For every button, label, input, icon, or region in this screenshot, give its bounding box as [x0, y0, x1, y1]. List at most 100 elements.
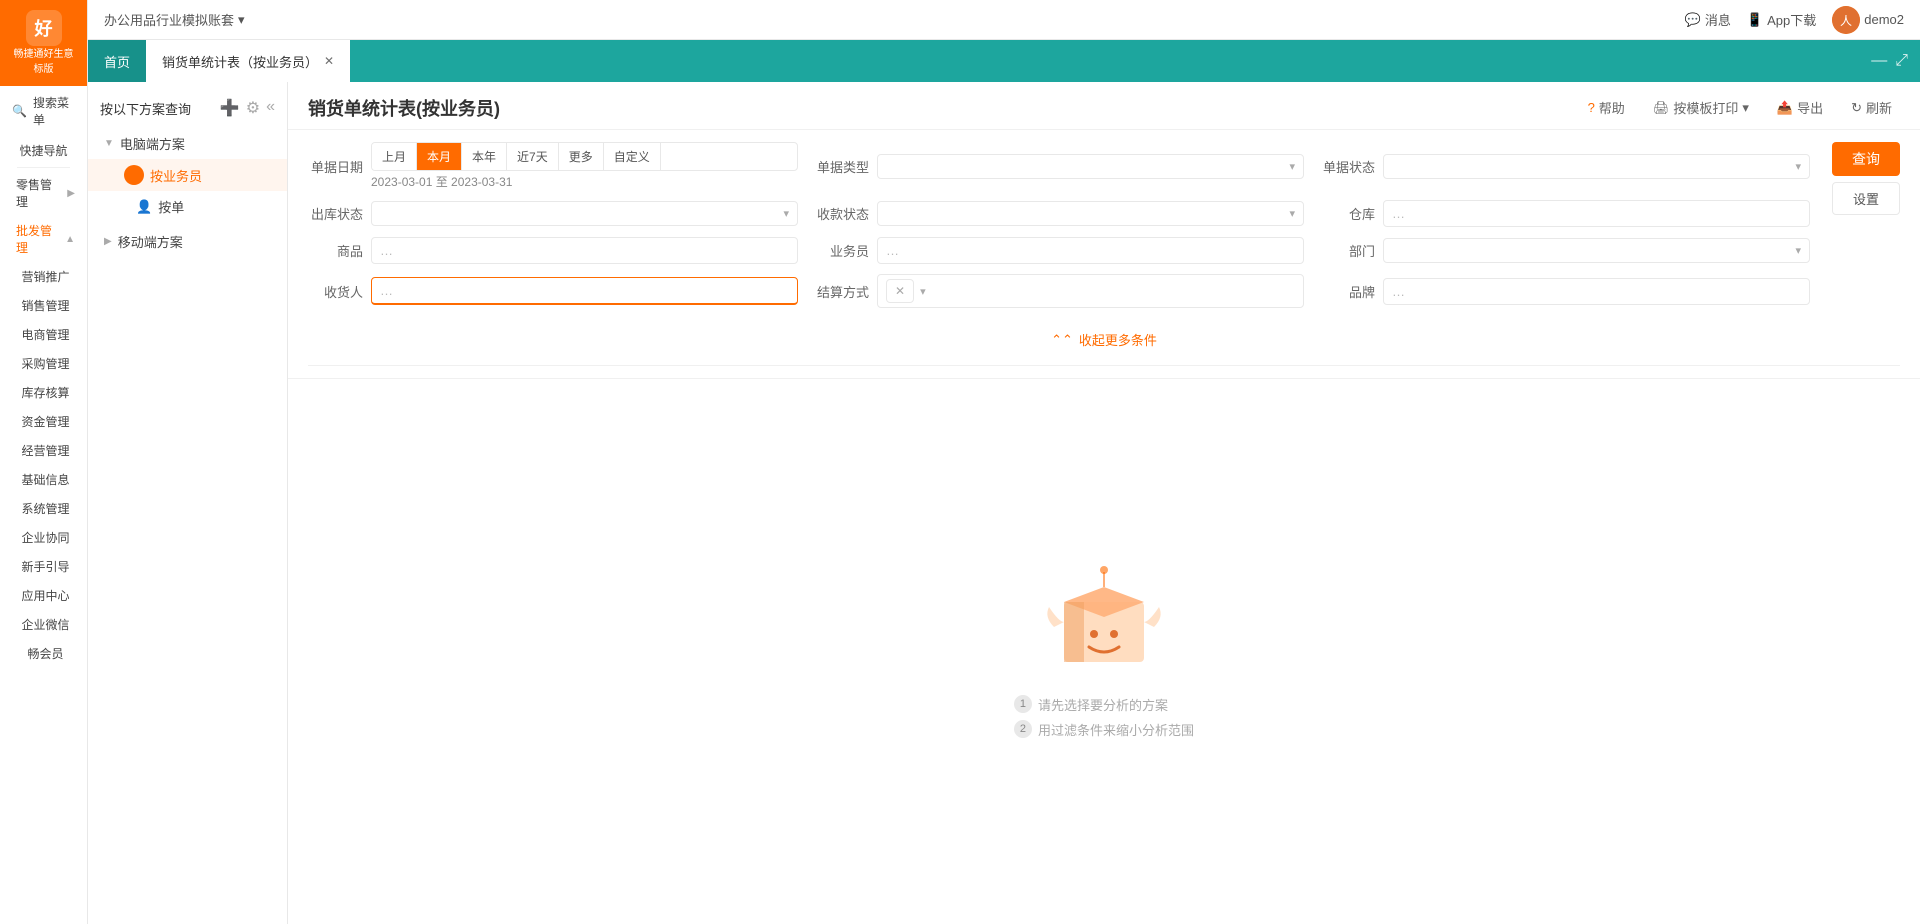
page-header: 销货单统计表(按业务员) ? 帮助 🖨 按模板打印 ▾ 📤 导出 [288, 82, 1920, 130]
doc-type-select[interactable]: ▾ [877, 154, 1304, 179]
print-label: 按模板打印 [1673, 98, 1738, 117]
page-title: 销货单统计表(按业务员) [308, 95, 500, 121]
doc-status-select[interactable]: ▾ [1383, 154, 1810, 179]
settlement-control[interactable]: ✕ ▾ [877, 274, 1304, 308]
settlement-tag-close[interactable]: ✕ [895, 284, 905, 298]
app-download-button[interactable]: 📱 App下载 [1747, 10, 1816, 29]
brand-input[interactable]: … [1383, 278, 1810, 305]
query-button[interactable]: 查询 [1832, 142, 1900, 176]
sidebar-item-quicknav[interactable]: 快捷导航 [0, 136, 87, 165]
this-month-btn[interactable]: 本月 [417, 143, 462, 170]
warehouse-label: 仓库 [1320, 204, 1375, 223]
collapse-panel-button[interactable]: « [266, 98, 275, 118]
sidebar-item-member[interactable]: 畅会员 [11, 639, 75, 668]
page-actions: ? 帮助 🖨 按模板打印 ▾ 📤 导出 ↻ 刷新 [1580, 94, 1900, 121]
add-plan-button[interactable]: ➕ [220, 98, 240, 118]
sidebar-item-wholesale[interactable]: 批发管理 ▲ [0, 216, 87, 262]
sidebar-item-enterprise[interactable]: 企业协同 [5, 523, 81, 552]
empty-hint-1-text: 请先选择要分析的方案 [1038, 695, 1168, 714]
salesperson-input[interactable]: … [877, 237, 1304, 264]
sidebar-item-inventory[interactable]: 库存核算 [5, 378, 81, 407]
account-selector[interactable]: 办公用品行业模拟账套 ▾ [104, 10, 245, 29]
sidebar-item-weixin[interactable]: 企业微信 [5, 610, 81, 639]
sidebar-marketing-label: 营销推广 [21, 268, 69, 285]
plan-by-order[interactable]: 👤 按单 [88, 191, 287, 222]
plan-by-salesperson[interactable]: 按业务员 [88, 159, 287, 191]
sidebar-item-marketing[interactable]: 营销推广 [5, 262, 81, 291]
doc-status-arrow-icon: ▾ [1795, 160, 1801, 173]
goods-placeholder: … [380, 243, 393, 258]
panel-title: 按以下方案查询 [100, 99, 191, 118]
warehouse-input[interactable]: … [1383, 200, 1810, 227]
sidebar-ecommerce-label: 电商管理 [21, 326, 69, 343]
sidebar-item-search[interactable]: 🔍 搜索菜单 [0, 86, 87, 136]
help-button[interactable]: ? 帮助 [1580, 94, 1633, 121]
sidebar-item-appstore[interactable]: 应用中心 [5, 581, 81, 610]
sidebar-basic-label: 基础信息 [21, 471, 69, 488]
search-icon: 🔍 [12, 104, 27, 118]
message-label: 消息 [1705, 10, 1731, 29]
sidebar-item-finance[interactable]: 资金管理 [5, 407, 81, 436]
tab-sales-report[interactable]: 销货单统计表（按业务员） ✕ [146, 40, 350, 82]
sidebar-item-purchase[interactable]: 采购管理 [5, 349, 81, 378]
doc-type-label: 单据类型 [814, 157, 869, 176]
user-menu[interactable]: 人 demo2 [1832, 6, 1904, 34]
message-button[interactable]: 💬 消息 [1685, 10, 1731, 29]
help-label: 帮助 [1599, 98, 1625, 117]
print-button[interactable]: 🖨 按模板打印 ▾ [1645, 94, 1757, 121]
this-year-btn[interactable]: 本年 [462, 143, 507, 170]
consignee-placeholder: … [380, 283, 393, 298]
settings-plan-button[interactable]: ⚙ [246, 98, 260, 118]
desktop-plans-label: 电脑端方案 [120, 134, 185, 153]
step-2-icon: 2 [1014, 720, 1032, 738]
sidebar-item-system[interactable]: 系统管理 [5, 494, 81, 523]
sidebar-item-newbie[interactable]: 新手引导 [5, 552, 81, 581]
sidebar-item-retail[interactable]: 零售管理 ▶ [0, 170, 87, 216]
export-button[interactable]: 📤 导出 [1769, 94, 1831, 121]
payment-status-arrow-icon: ▾ [1289, 207, 1295, 220]
active-plan-dot [124, 165, 144, 185]
minimize-btn[interactable]: — [1871, 52, 1887, 70]
refresh-label: 刷新 [1866, 98, 1892, 117]
settings-button[interactable]: 设置 [1832, 182, 1900, 215]
empty-hint-2: 2 用过滤条件来缩小分析范围 [1014, 717, 1194, 742]
maximize-btn[interactable]: ⤢ [1895, 52, 1908, 70]
sidebar-item-sales[interactable]: 销售管理 [5, 291, 81, 320]
sidebar-purchase-label: 采购管理 [21, 355, 69, 372]
date-filter-cell: 单据日期 上月 本月 本年 近7天 更多 自定义 [308, 142, 798, 190]
doc-status-filter-cell: 单据状态 ▾ [1320, 142, 1810, 190]
tree-collapsed-icon: ▶ [104, 236, 112, 247]
tabbar-right: — ⤢ [1871, 52, 1920, 70]
warehouse-placeholder: … [1392, 206, 1405, 221]
sidebar-quicknav-label: 快捷导航 [19, 142, 67, 159]
sidebar-item-operation[interactable]: 经营管理 [5, 436, 81, 465]
tab-home[interactable]: 首页 [88, 40, 146, 82]
collapse-row: ⌃⌃ 收起更多条件 [308, 318, 1900, 366]
sidebar-search-label: 搜索菜单 [33, 94, 75, 128]
dept-select[interactable]: ▾ [1383, 238, 1810, 263]
last-7-btn[interactable]: 近7天 [507, 143, 559, 170]
chevron-right-icon: ▶ [67, 188, 75, 199]
payment-status-filter-cell: 收款状态 ▾ [814, 200, 1304, 227]
refresh-button[interactable]: ↻ 刷新 [1843, 94, 1900, 121]
empty-illustration [1039, 562, 1169, 672]
plan-by-salesperson-label: 按业务员 [150, 166, 202, 185]
sidebar-item-basic[interactable]: 基础信息 [5, 465, 81, 494]
stock-status-select[interactable]: ▾ [371, 201, 798, 226]
consignee-input[interactable]: … [371, 277, 798, 305]
sidebar-item-ecommerce[interactable]: 电商管理 [5, 320, 81, 349]
panel-actions: ➕ ⚙ « [220, 98, 275, 118]
collapse-button[interactable]: ⌃⌃ 收起更多条件 [1043, 322, 1165, 357]
dept-label: 部门 [1320, 241, 1375, 260]
mobile-plans-node[interactable]: ▶ 移动端方案 [88, 226, 287, 257]
payment-status-select[interactable]: ▾ [877, 201, 1304, 226]
goods-input[interactable]: … [371, 237, 798, 264]
more-btn[interactable]: 更多 [559, 143, 604, 170]
sidebar: 好 畅捷通好生意 标版 🔍 搜索菜单 快捷导航 零售管理 ▶ 批发管理 ▲ 营销… [0, 0, 88, 924]
desktop-plans-node[interactable]: ▼ 电脑端方案 [88, 128, 287, 159]
last-month-btn[interactable]: 上月 [372, 143, 417, 170]
custom-btn[interactable]: 自定义 [604, 143, 661, 170]
export-label: 导出 [1797, 98, 1823, 117]
tab-close-icon[interactable]: ✕ [324, 54, 334, 68]
topbar: 办公用品行业模拟账套 ▾ 💬 消息 📱 App下载 人 demo2 [88, 0, 1920, 40]
